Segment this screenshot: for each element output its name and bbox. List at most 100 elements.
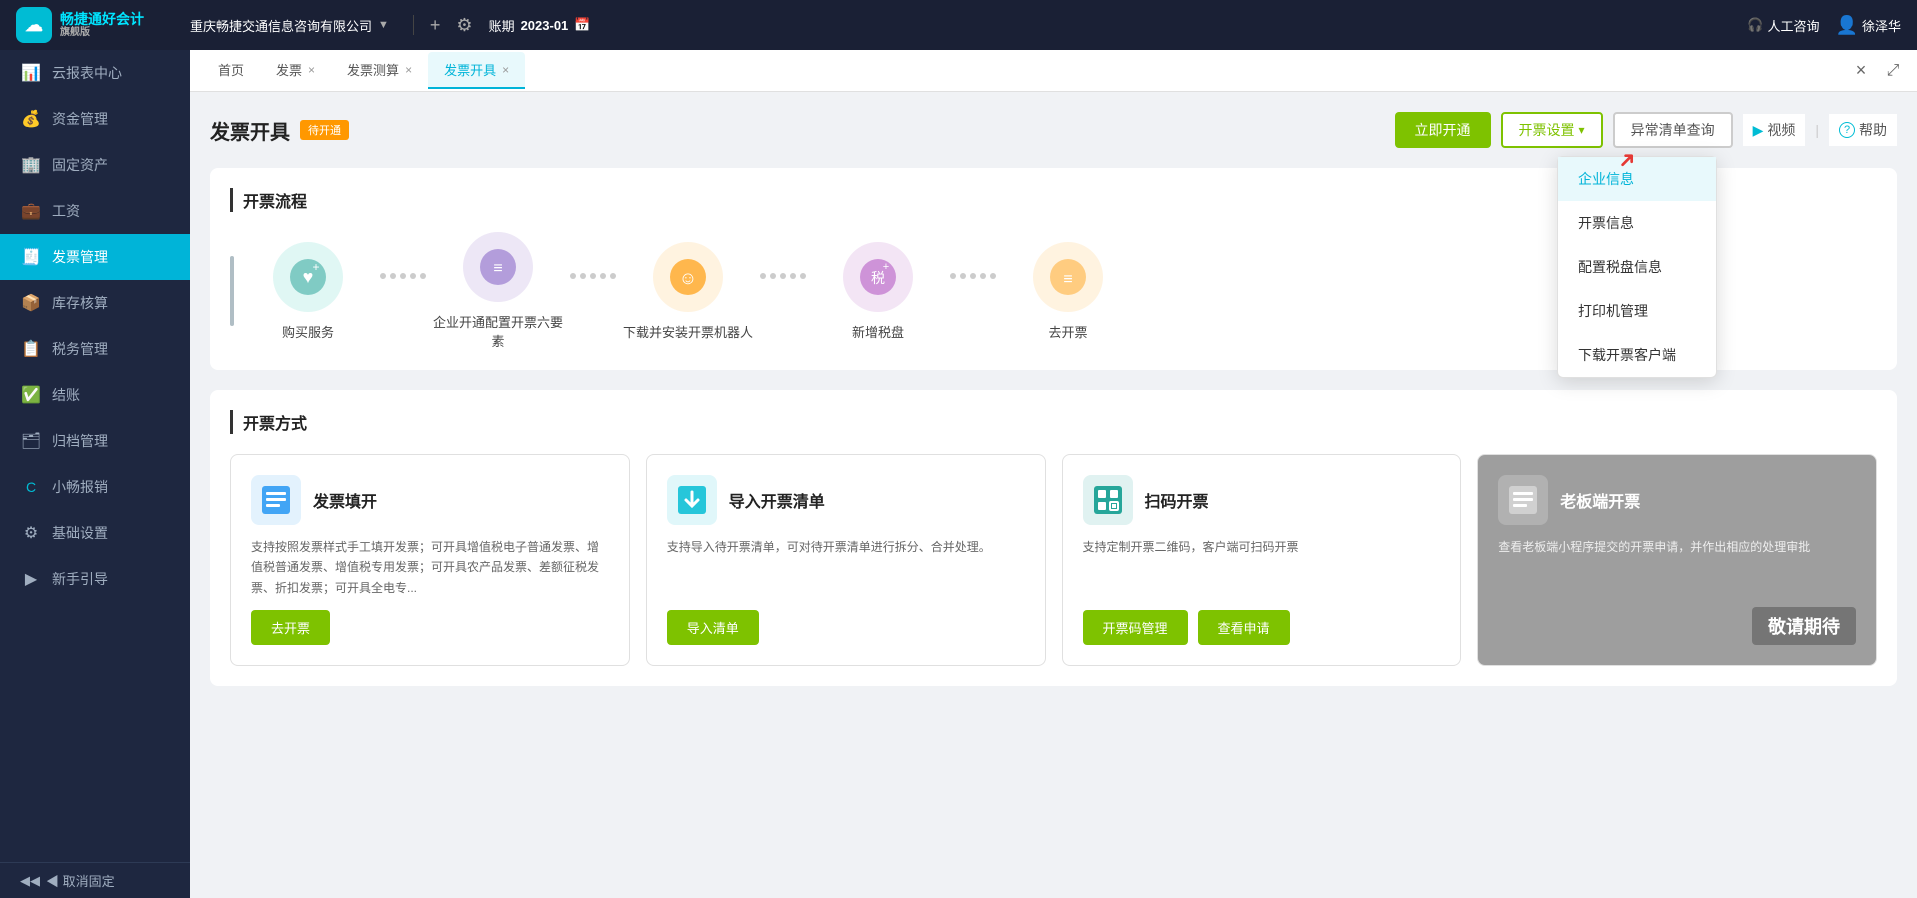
flow-step-5-icon: ≡ [1033,242,1103,312]
tab-cesuan[interactable]: 发票测算 × [331,52,428,89]
company-selector[interactable]: 重庆畅捷交通信息咨询有限公司 ▼ [182,12,397,39]
logo-title: 畅捷通好会计 [60,11,144,28]
calendar-icon[interactable]: 📅 [574,17,590,33]
gudingzichan-icon: 🏢 [20,154,42,176]
sidebar-item-gudingzichan[interactable]: 🏢 固定资产 [0,142,190,188]
tax-disk-label: 配置税盘信息 [1578,259,1662,275]
window-controls: × ⤢ [1849,59,1905,83]
sidebar-item-yunbao[interactable]: 📊 云报表中心 [0,50,190,96]
sidebar-item-guidang[interactable]: 🗂 归档管理 [0,418,190,464]
settings-dropdown: ➜ 企业信息 开票信息 配置税盘信息 打印机管理 [1557,156,1717,378]
flow-step-3-icon: ☺ [653,242,723,312]
sidebar-item-xinshou[interactable]: ▶ 新手引导 [0,556,190,602]
fill-invoice-icon [251,475,301,525]
import-card-title: 导入开票清单 [729,488,825,512]
tab-cesuan-label: 发票测算 [347,60,399,79]
flow-step-4-icon: 税+ [843,242,913,312]
dropdown-invoice-info[interactable]: 开票信息 [1558,201,1716,245]
xinshou-icon: ▶ [20,568,42,590]
flow-step-2-label: 企业开通配置开票六要素 [433,312,563,350]
fill-card-title: 发票填开 [313,488,377,512]
user-profile[interactable]: 👤 徐泽华 [1836,15,1901,36]
abnormal-list-button[interactable]: 异常清单查询 [1613,112,1733,148]
flow-step-5: ≡ 去开票 [998,242,1138,341]
view-apply-button[interactable]: 查看申请 [1198,610,1290,645]
activate-button[interactable]: 立即开通 [1395,112,1491,148]
sidebar-collapse-button[interactable]: ◀◀ ◀ 取消固定 [0,862,190,898]
flow-step-2: ≡ 企业开通配置开票六要素 [428,232,568,350]
zijin-icon: 💰 [20,108,42,130]
step-connector-3 [758,273,808,279]
main-layout: 📊 云报表中心 💰 资金管理 🏢 固定资产 💼 工资 🧾 发票管理 📦 [0,50,1917,898]
boss-invoice-icon [1498,475,1548,525]
tab-bar: 首页 发票 × 发票测算 × 发票开具 × × ⤢ [190,50,1917,92]
boss-card-title: 老板端开票 [1560,488,1640,512]
sidebar-item-gongzi[interactable]: 💼 工资 [0,188,190,234]
maximize-window-button[interactable]: ⤢ [1881,59,1905,83]
tab-home[interactable]: 首页 [202,52,260,89]
sidebar-item-jiezhang[interactable]: ✅ 结账 [0,372,190,418]
scan-card-desc: 支持定制开票二维码，客户端可扫码开票 [1083,537,1441,598]
settings-button[interactable]: ⚙ [456,15,472,36]
dropdown-tax-disk[interactable]: 配置税盘信息 [1558,245,1716,289]
gongzi-icon: 💼 [20,200,42,222]
video-label: 视频 [1767,120,1795,140]
company-info-label: 企业信息 [1578,171,1634,187]
fill-goto-button[interactable]: 去开票 [251,610,330,645]
invoice-settings-button[interactable]: 开票设置 ▾ [1501,112,1603,148]
content-area: 首页 发票 × 发票测算 × 发票开具 × × ⤢ [190,50,1917,898]
tab-fapiao[interactable]: 发票 × [260,52,331,89]
sidebar-label-xinshou: 新手引导 [52,569,108,589]
chevron-down-icon: ▾ [1579,123,1585,137]
method-card-boss: 老板端开票 查看老板端小程序提交的开票申请，并作出相应的处理审批 敬请期待 [1477,454,1877,666]
method-card-fill-header: 发票填开 [251,475,609,525]
dropdown-printer[interactable]: 打印机管理 [1558,289,1716,333]
flow-step-3: ☺ 下载并安装开票机器人 [618,242,758,341]
logo-area: ☁ 畅捷通好会计 旗舰版 [16,7,166,43]
tab-kaiju-close[interactable]: × [502,63,509,77]
period-value: 2023-01 [521,18,569,33]
support-button[interactable]: 🎧 人工咨询 [1747,16,1819,35]
help-button[interactable]: ? 帮助 [1829,114,1897,146]
sidebar-label-xiaochang: 小畅报销 [52,477,108,497]
printer-label: 打印机管理 [1578,303,1648,319]
sidebar-item-shuiwu[interactable]: 📋 税务管理 [0,326,190,372]
company-name: 重庆畅捷交通信息咨询有限公司 [190,16,372,35]
step-divider [230,256,234,326]
scan-invoice-icon [1083,475,1133,525]
user-name: 徐泽华 [1862,16,1901,35]
qrcode-manage-button[interactable]: 开票码管理 [1083,610,1188,645]
tab-fapiao-close[interactable]: × [308,63,315,77]
headset-icon: 🎧 [1747,17,1763,33]
status-badge: 待开通 [300,120,349,140]
user-icon: 👤 [1836,15,1858,36]
sidebar-label-jichu: 基础设置 [52,523,108,543]
sidebar-label-jiezhang: 结账 [52,385,80,405]
flow-step-4-label: 新增税盘 [852,322,904,341]
sidebar-item-jichu[interactable]: ⚙ 基础设置 [0,510,190,556]
sidebar-label-kucun: 库存核算 [52,293,108,313]
method-card-import-header: 导入开票清单 [667,475,1025,525]
divider-1 [413,15,414,35]
add-button[interactable]: + [430,15,441,36]
sidebar-item-xiaochang[interactable]: C 小畅报销 [0,464,190,510]
guidang-icon: 🗂 [20,430,42,452]
period-info: 账期 2023-01 📅 [489,16,591,35]
dropdown-download-client[interactable]: 下载开票客户端 [1558,333,1716,377]
close-window-button[interactable]: × [1849,59,1873,83]
tab-cesuan-close[interactable]: × [405,63,412,77]
sidebar-item-fapiao[interactable]: 🧾 发票管理 [0,234,190,280]
step-connector-2 [568,273,618,279]
method-card-scan-header: 扫码开票 [1083,475,1441,525]
sidebar-label-zijin: 资金管理 [52,109,108,129]
tab-kaiju[interactable]: 发票开具 × [428,52,525,89]
method-title: 开票方式 [230,410,1877,434]
help-icon: ? [1839,122,1855,138]
import-list-button[interactable]: 导入清单 [667,610,759,645]
svg-text:+: + [312,260,319,274]
logo-icon: ☁ [16,7,52,43]
video-button[interactable]: ▶ 视频 [1743,114,1806,146]
sidebar-item-kucun[interactable]: 📦 库存核算 [0,280,190,326]
sidebar-item-zijin[interactable]: 💰 资金管理 [0,96,190,142]
flow-step-divider-1 [230,256,234,326]
